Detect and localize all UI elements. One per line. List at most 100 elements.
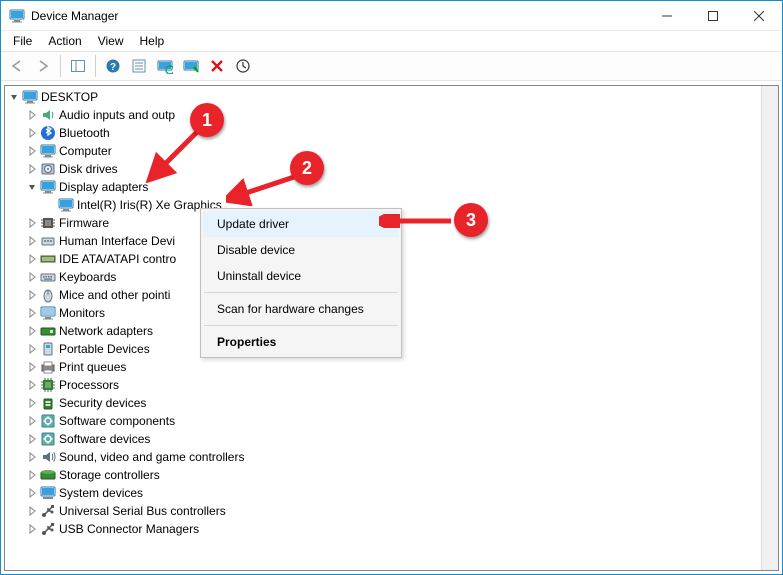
maximize-button[interactable] [690,1,736,30]
menu-item[interactable]: Properties [203,329,399,355]
uninstall-button[interactable] [205,54,229,78]
menu-file[interactable]: File [5,33,40,49]
menu-item[interactable]: Disable device [203,237,399,263]
tree-item-label: Software devices [59,430,150,448]
expand-icon[interactable] [27,362,39,372]
tree-item[interactable]: Display adapters [5,178,778,196]
annotation-badge-2: 2 [290,151,324,185]
expand-icon[interactable] [27,236,39,246]
tree-item-label: Sound, video and game controllers [59,448,244,466]
expand-icon[interactable] [27,380,39,390]
vertical-scrollbar[interactable] [761,86,778,570]
expand-icon[interactable] [27,326,39,336]
expand-icon[interactable] [27,110,39,120]
add-legacy-button[interactable] [179,54,203,78]
tree-item-label: USB Connector Managers [59,520,199,538]
tree-root-label: DESKTOP [41,88,98,106]
tree-item[interactable]: Security devices [5,394,778,412]
tree-item-label: Monitors [59,304,105,322]
tree-item[interactable]: Processors [5,376,778,394]
tree-item[interactable]: Universal Serial Bus controllers [5,502,778,520]
tree-item-label: Portable Devices [59,340,150,358]
tree-item[interactable]: Software devices [5,430,778,448]
expand-icon[interactable] [27,488,39,498]
tree-item-label: System devices [59,484,143,502]
expand-icon[interactable] [27,164,39,174]
expand-icon[interactable] [27,290,39,300]
tree-item[interactable]: Audio inputs and outp [5,106,778,124]
update-driver-button[interactable] [231,54,255,78]
tree-item[interactable]: Computer [5,142,778,160]
minimize-button[interactable] [644,1,690,30]
annotation-badge-1: 1 [190,103,224,137]
expand-icon[interactable] [27,470,39,480]
tree-item[interactable]: Print queues [5,358,778,376]
menu-action[interactable]: Action [40,33,89,49]
collapse-icon[interactable] [9,92,21,102]
titlebar: Device Manager [1,1,782,31]
expand-icon[interactable] [27,434,39,444]
tree-item-label: Keyboards [59,268,116,286]
toolbar-separator [95,55,96,77]
window-title: Device Manager [31,9,644,23]
tree-item-label: Security devices [59,394,146,412]
close-button[interactable] [736,1,782,30]
expand-icon[interactable] [27,128,39,138]
properties-button[interactable] [127,54,151,78]
menu-item[interactable]: Update driver [203,211,399,237]
menu-help[interactable]: Help [132,33,173,49]
tree-item-label: Display adapters [59,178,148,196]
expand-icon[interactable] [27,398,39,408]
tree-item[interactable]: USB Connector Managers [5,520,778,538]
tree-item-label: Firmware [59,214,109,232]
tree-item[interactable]: Bluetooth [5,124,778,142]
back-button[interactable] [5,54,29,78]
tree-item-label: IDE ATA/ATAPI contro [59,250,176,268]
menu-separator [204,325,398,326]
tree-item[interactable]: Software components [5,412,778,430]
expand-icon[interactable] [27,506,39,516]
expand-icon[interactable] [27,272,39,282]
annotation-badge-3: 3 [454,203,488,237]
tree-item-label: Computer [59,142,112,160]
collapse-icon[interactable] [27,182,39,192]
tree-item[interactable]: Storage controllers [5,466,778,484]
expand-icon[interactable] [27,524,39,534]
forward-button[interactable] [31,54,55,78]
show-hide-tree-button[interactable] [66,54,90,78]
tree-item-label: Processors [59,376,119,394]
expand-icon[interactable] [27,146,39,156]
tree-item-label: Human Interface Devi [59,232,175,250]
svg-text:?: ? [110,62,116,73]
expand-icon[interactable] [27,452,39,462]
tree-item-label: Bluetooth [59,124,110,142]
tree-item-label: Universal Serial Bus controllers [59,502,226,520]
tree-item-label: Audio inputs and outp [59,106,175,124]
help-button[interactable]: ? [101,54,125,78]
tree-item-label: Software components [59,412,175,430]
expand-icon[interactable] [27,308,39,318]
tree-item[interactable]: Disk drives [5,160,778,178]
toolbar-separator [60,55,61,77]
menu-item[interactable]: Uninstall device [203,263,399,289]
app-icon [9,8,25,24]
context-menu: Update driverDisable deviceUninstall dev… [200,208,402,358]
expand-icon[interactable] [27,218,39,228]
tree-item-label: Storage controllers [59,466,160,484]
menu-view[interactable]: View [90,33,132,49]
expand-icon[interactable] [27,254,39,264]
scan-hardware-button[interactable] [153,54,177,78]
toolbar: ? [1,51,782,81]
device-manager-window: Device Manager File Action View Help ? D… [0,0,783,575]
expand-icon[interactable] [27,344,39,354]
expand-icon[interactable] [27,416,39,426]
tree-item-label: Print queues [59,358,126,376]
tree-item[interactable]: Sound, video and game controllers [5,448,778,466]
window-buttons [644,1,782,30]
tree-root[interactable]: DESKTOP [5,88,778,106]
menubar: File Action View Help [1,31,782,51]
menu-item[interactable]: Scan for hardware changes [203,296,399,322]
tree-item-label: Mice and other pointi [59,286,170,304]
menu-separator [204,292,398,293]
tree-item[interactable]: System devices [5,484,778,502]
